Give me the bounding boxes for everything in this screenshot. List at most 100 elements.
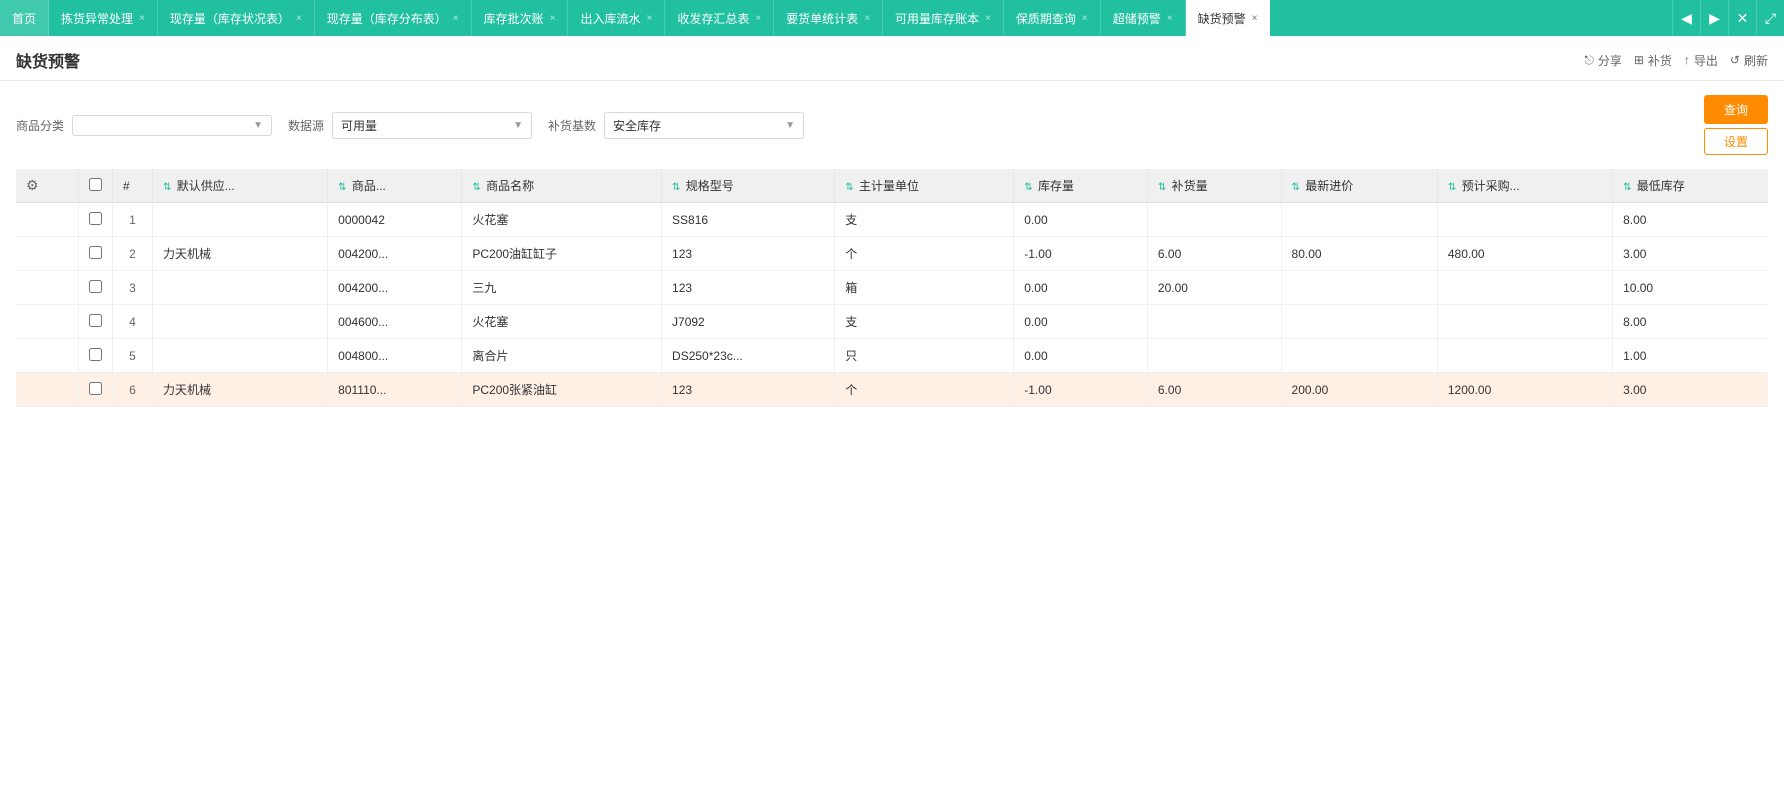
replenish-base-value: 安全库存 xyxy=(613,117,661,134)
row-checkbox-3[interactable] xyxy=(89,314,102,327)
datasource-select[interactable]: 可用量 ▼ xyxy=(332,112,532,139)
table-row: 2 力天机械 004200... PC200油缸缸子 123 个 -1.00 6… xyxy=(16,237,1768,271)
tab-available-ledger[interactable]: 可用量库存账本 × xyxy=(883,0,1004,36)
row-product-code-cell: 004200... xyxy=(328,237,462,271)
tab-abnormal[interactable]: 拣货异常处理 × xyxy=(49,0,158,36)
sort-icon-spec: ⇅ xyxy=(672,182,680,193)
col-header-default-supplier[interactable]: ⇅ 默认供应... xyxy=(152,169,327,203)
select-all-checkbox[interactable] xyxy=(89,178,102,191)
table-row: 3 004200... 三九 123 箱 0.00 20.00 10.00 xyxy=(16,271,1768,305)
row-product-name-cell: 离合片 xyxy=(462,339,662,373)
row-unit-cell: 个 xyxy=(835,237,1014,271)
row-checkbox-cell[interactable] xyxy=(78,373,112,407)
gear-icon[interactable]: ⚙ xyxy=(26,177,39,193)
close-tab-available-ledger[interactable]: × xyxy=(985,13,991,24)
category-chevron-icon: ▼ xyxy=(253,120,263,131)
close-tab-recv-summary[interactable]: × xyxy=(755,13,761,24)
close-tab-expiry-query[interactable]: × xyxy=(1082,13,1088,24)
sort-icon-replenish-qty: ⇅ xyxy=(1158,182,1166,193)
table-header-row: ⚙ # ⇅ 默认供应... ⇅ 商品... ⇅ xyxy=(16,169,1768,203)
row-stock-cell: 0.00 xyxy=(1014,305,1148,339)
col-header-min-stock[interactable]: ⇅ 最低库存 xyxy=(1613,169,1768,203)
share-button[interactable]: ⎋ 分享 xyxy=(1584,52,1622,69)
row-checkbox-cell[interactable] xyxy=(78,305,112,339)
row-gear-cell xyxy=(16,237,78,271)
replenish-button[interactable]: ⊞ 补货 xyxy=(1634,52,1672,69)
close-tab-inventory-status[interactable]: × xyxy=(296,13,302,24)
table-row: 5 004800... 离合片 DS250*23c... 只 0.00 1.00 xyxy=(16,339,1768,373)
page-container: 缺货预警 ⎋ 分享 ⊞ 补货 ↑ 导出 ↺ 刷新 商品分类 xyxy=(0,36,1784,796)
col-header-unit[interactable]: ⇅ 主计量单位 xyxy=(835,169,1014,203)
close-tab-shortage[interactable]: × xyxy=(1252,13,1258,24)
close-tab-overstock[interactable]: × xyxy=(1167,13,1173,24)
row-replenish-qty-cell: 20.00 xyxy=(1147,271,1281,305)
row-checkbox-2[interactable] xyxy=(89,280,102,293)
row-replenish-qty-cell xyxy=(1147,203,1281,237)
row-latest-price-cell: 200.00 xyxy=(1281,373,1437,407)
tab-inventory-status[interactable]: 现存量（库存状况表） × xyxy=(158,0,315,36)
row-spec-cell: SS816 xyxy=(662,203,835,237)
row-estimated-purchase-cell: 480.00 xyxy=(1437,237,1612,271)
sort-icon-product-code: ⇅ xyxy=(338,182,346,193)
sort-icon-stock: ⇅ xyxy=(1024,182,1032,193)
tab-inventory-dist[interactable]: 现存量（库存分布表） × xyxy=(315,0,472,36)
col-header-product-code[interactable]: ⇅ 商品... xyxy=(328,169,462,203)
replenish-base-select[interactable]: 安全库存 ▼ xyxy=(604,112,804,139)
refresh-icon: ↺ xyxy=(1730,53,1740,67)
row-product-code-cell: 801110... xyxy=(328,373,462,407)
page-header: 缺货预警 ⎋ 分享 ⊞ 补货 ↑ 导出 ↺ 刷新 xyxy=(0,36,1784,81)
tab-overstock[interactable]: 超储预警 × xyxy=(1101,0,1186,36)
row-checkbox-1[interactable] xyxy=(89,246,102,259)
row-replenish-qty-cell xyxy=(1147,305,1281,339)
export-button[interactable]: ↑ 导出 xyxy=(1684,52,1718,69)
row-product-name-cell: 火花塞 xyxy=(462,305,662,339)
col-header-num: # xyxy=(112,169,152,203)
tab-expand-button[interactable]: ⤢ xyxy=(1756,0,1784,36)
settings-button[interactable]: 设置 xyxy=(1704,128,1768,155)
refresh-button[interactable]: ↺ 刷新 xyxy=(1730,52,1768,69)
col-header-gear[interactable]: ⚙ xyxy=(16,169,78,203)
tab-recv-summary[interactable]: 收发存汇总表 × xyxy=(665,0,774,36)
tab-next-button[interactable]: ▶ xyxy=(1700,0,1728,36)
col-header-stock[interactable]: ⇅ 库存量 xyxy=(1014,169,1148,203)
row-gear-cell xyxy=(16,271,78,305)
row-stock-cell: 0.00 xyxy=(1014,339,1148,373)
query-button[interactable]: 查询 xyxy=(1704,95,1768,124)
col-header-spec[interactable]: ⇅ 规格型号 xyxy=(662,169,835,203)
col-header-product-name[interactable]: ⇅ 商品名称 xyxy=(462,169,662,203)
close-tab-inventory-dist[interactable]: × xyxy=(453,13,459,24)
close-tab-batch-account[interactable]: × xyxy=(550,13,556,24)
col-header-latest-price[interactable]: ⇅ 最新进价 xyxy=(1281,169,1437,203)
table-row: 1 0000042 火花塞 SS816 支 0.00 8.00 xyxy=(16,203,1768,237)
row-checkbox-cell[interactable] xyxy=(78,271,112,305)
col-header-estimated-purchase[interactable]: ⇅ 预计采购... xyxy=(1437,169,1612,203)
category-select[interactable]: ▼ xyxy=(72,115,272,136)
row-min-stock-cell: 3.00 xyxy=(1613,237,1768,271)
row-estimated-purchase-cell xyxy=(1437,305,1612,339)
tab-expiry-query[interactable]: 保质期查询 × xyxy=(1004,0,1101,36)
row-spec-cell: 123 xyxy=(662,373,835,407)
tab-order-stats[interactable]: 要货单统计表 × xyxy=(774,0,883,36)
row-checkbox-5[interactable] xyxy=(89,382,102,395)
row-checkbox-4[interactable] xyxy=(89,348,102,361)
close-tab-order-stats[interactable]: × xyxy=(864,13,870,24)
tab-inout-flow[interactable]: 出入库流水 × xyxy=(568,0,665,36)
close-tab-inout-flow[interactable]: × xyxy=(646,13,652,24)
tab-batch-account[interactable]: 库存批次账 × xyxy=(472,0,569,36)
row-checkbox-cell[interactable] xyxy=(78,237,112,271)
sort-icon-supplier: ⇅ xyxy=(163,182,171,193)
tab-shortage[interactable]: 缺货预警 × xyxy=(1186,0,1271,36)
tab-close-button[interactable]: ✕ xyxy=(1728,0,1756,36)
row-min-stock-cell: 1.00 xyxy=(1613,339,1768,373)
close-tab-abnormal[interactable]: × xyxy=(139,13,145,24)
col-header-replenish-qty[interactable]: ⇅ 补货量 xyxy=(1147,169,1281,203)
row-checkbox-cell[interactable] xyxy=(78,339,112,373)
col-header-checkbox[interactable] xyxy=(78,169,112,203)
row-checkbox-cell[interactable] xyxy=(78,203,112,237)
row-checkbox-0[interactable] xyxy=(89,212,102,225)
tab-prev-button[interactable]: ◀ xyxy=(1672,0,1700,36)
tab-home[interactable]: 首页 xyxy=(0,0,49,36)
row-replenish-qty-cell xyxy=(1147,339,1281,373)
table-body: 1 0000042 火花塞 SS816 支 0.00 8.00 2 力天机械 0… xyxy=(16,203,1768,407)
row-spec-cell: 123 xyxy=(662,237,835,271)
